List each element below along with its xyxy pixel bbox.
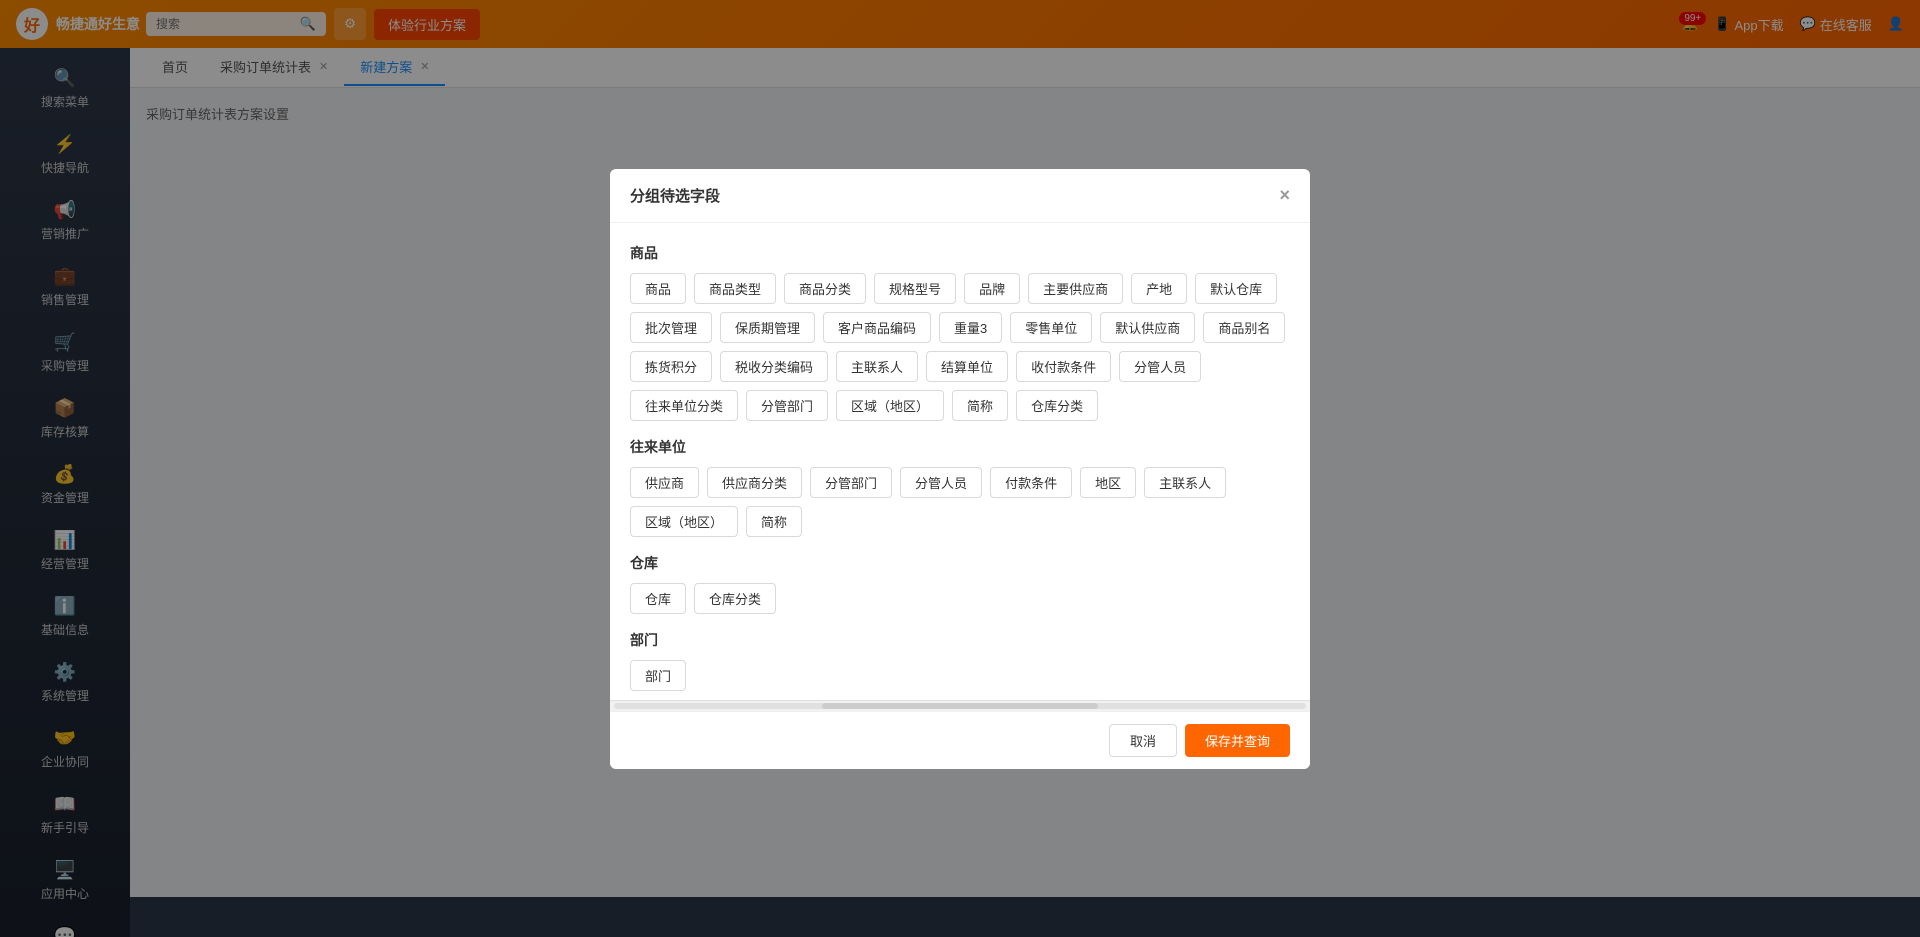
field-tag[interactable]: 区域（地区） bbox=[630, 506, 738, 537]
field-tag[interactable]: 商品分类 bbox=[784, 273, 866, 304]
field-tag[interactable]: 默认供应商 bbox=[1100, 312, 1195, 343]
field-tag[interactable]: 收付款条件 bbox=[1016, 351, 1111, 382]
modal-close-button[interactable]: × bbox=[1279, 185, 1290, 206]
field-tag[interactable]: 分管人员 bbox=[900, 467, 982, 498]
field-tag[interactable]: 分管部门 bbox=[746, 390, 828, 421]
field-tag[interactable]: 简称 bbox=[952, 390, 1008, 421]
field-tag[interactable]: 分管人员 bbox=[1119, 351, 1201, 382]
confirm-button[interactable]: 保存并查询 bbox=[1185, 724, 1290, 757]
field-group-title: 部门 bbox=[630, 630, 1290, 650]
modal-overlay: 分组待选字段 × 商品商品商品类型商品分类规格型号品牌主要供应商产地默认仓库批次… bbox=[0, 0, 1920, 937]
field-tag[interactable]: 规格型号 bbox=[874, 273, 956, 304]
field-tag[interactable]: 产地 bbox=[1131, 273, 1187, 304]
field-tag[interactable]: 零售单位 bbox=[1010, 312, 1092, 343]
field-group-title: 仓库 bbox=[630, 553, 1290, 573]
field-tag[interactable]: 商品 bbox=[630, 273, 686, 304]
field-tag[interactable]: 付款条件 bbox=[990, 467, 1072, 498]
field-tags: 仓库仓库分类 bbox=[630, 583, 1290, 614]
field-tag[interactable]: 保质期管理 bbox=[720, 312, 815, 343]
field-tag[interactable]: 仓库分类 bbox=[1016, 390, 1098, 421]
field-tags: 部门 bbox=[630, 660, 1290, 691]
field-tag[interactable]: 商品别名 bbox=[1203, 312, 1285, 343]
modal-footer: 取消 保存并查询 bbox=[610, 711, 1310, 769]
field-tags: 供应商供应商分类分管部门分管人员付款条件地区主联系人区域（地区） 简称 bbox=[630, 467, 1290, 537]
field-tag[interactable]: 结算单位 bbox=[926, 351, 1008, 382]
field-tag[interactable]: 供应商分类 bbox=[707, 467, 802, 498]
field-tag[interactable]: 批次管理 bbox=[630, 312, 712, 343]
field-group-title: 商品 bbox=[630, 243, 1290, 263]
field-selection-modal: 分组待选字段 × 商品商品商品类型商品分类规格型号品牌主要供应商产地默认仓库批次… bbox=[610, 169, 1310, 769]
field-tag[interactable]: 客户商品编码 bbox=[823, 312, 931, 343]
field-tag[interactable]: 拣货积分 bbox=[630, 351, 712, 382]
field-tag[interactable]: 地区 bbox=[1080, 467, 1136, 498]
field-tags: 商品商品类型商品分类规格型号品牌主要供应商产地默认仓库批次管理保质期管理客户商品… bbox=[630, 273, 1290, 421]
field-tag[interactable]: 简称 bbox=[746, 506, 802, 537]
field-tag[interactable]: 主要供应商 bbox=[1028, 273, 1123, 304]
field-tag[interactable]: 税收分类编码 bbox=[720, 351, 828, 382]
h-scroll-track bbox=[614, 703, 1306, 709]
field-tag[interactable]: 部门 bbox=[630, 660, 686, 691]
field-tag[interactable]: 默认仓库 bbox=[1195, 273, 1277, 304]
h-scroll-thumb[interactable] bbox=[822, 703, 1099, 709]
field-group-title: 往来单位 bbox=[630, 437, 1290, 457]
field-tag[interactable]: 区域（地区） bbox=[836, 390, 944, 421]
modal-header: 分组待选字段 × bbox=[610, 169, 1310, 223]
modal-title: 分组待选字段 bbox=[630, 185, 720, 206]
field-tag[interactable]: 仓库 bbox=[630, 583, 686, 614]
modal-body[interactable]: 商品商品商品类型商品分类规格型号品牌主要供应商产地默认仓库批次管理保质期管理客户… bbox=[610, 223, 1310, 700]
field-tag[interactable]: 主联系人 bbox=[1144, 467, 1226, 498]
field-tag[interactable]: 主联系人 bbox=[836, 351, 918, 382]
field-tag[interactable]: 品牌 bbox=[964, 273, 1020, 304]
cancel-button[interactable]: 取消 bbox=[1109, 724, 1177, 757]
field-tag[interactable]: 供应商 bbox=[630, 467, 699, 498]
horizontal-scrollbar[interactable] bbox=[610, 700, 1310, 711]
field-tag[interactable]: 往来单位分类 bbox=[630, 390, 738, 421]
field-tag[interactable]: 重量3 bbox=[939, 312, 1002, 343]
field-tag[interactable]: 仓库分类 bbox=[694, 583, 776, 614]
field-tag[interactable]: 分管部门 bbox=[810, 467, 892, 498]
field-tag[interactable]: 商品类型 bbox=[694, 273, 776, 304]
